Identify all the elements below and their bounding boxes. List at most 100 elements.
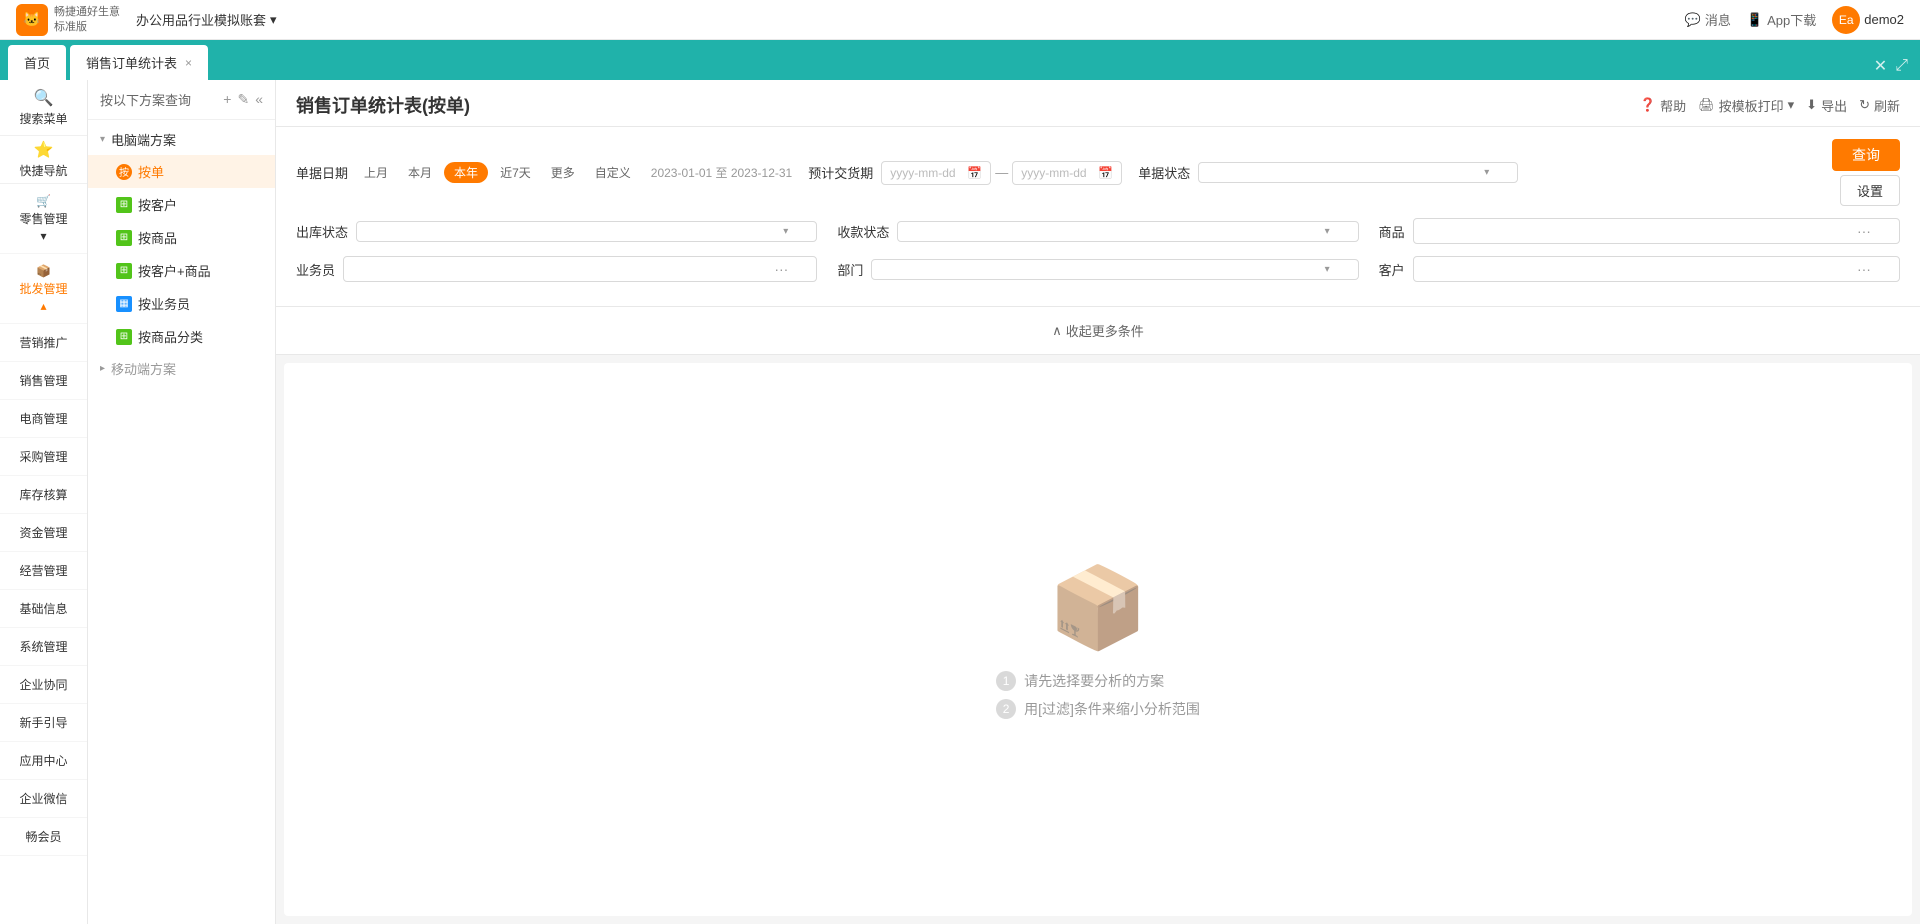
collapse-more-conditions-button[interactable]: ∧ 收起更多条件 xyxy=(276,315,1920,346)
empty-hint-2: 2 用[过滤]条件来缩小分析范围 xyxy=(996,699,1200,719)
sidebar-item-ops[interactable]: 经营管理 xyxy=(0,552,87,590)
nav-icon: ⭐ xyxy=(34,140,54,160)
date-btn-this-month[interactable]: 本月 xyxy=(400,162,440,183)
sidebar-search-item[interactable]: 🔍 搜索菜单 xyxy=(0,80,87,136)
sidebar-item-sales[interactable]: 销售管理 xyxy=(0,362,87,400)
sidebar-item-basic[interactable]: 基础信息 xyxy=(0,590,87,628)
sidebar-item-finance[interactable]: 资金管理 xyxy=(0,514,87,552)
scheme-circle-icon: 按 xyxy=(116,164,132,180)
message-button[interactable]: 💬 消息 xyxy=(1685,10,1731,29)
filter-row-2: 出库状态 ▾ 收款状态 ▾ xyxy=(296,218,1900,244)
sidebar-item-inventory[interactable]: 库存核算 xyxy=(0,476,87,514)
payment-status-select[interactable]: ▾ xyxy=(897,221,1358,242)
sidebar: 🔍 搜索菜单 ⭐ 快捷导航 🛒 零售管理 ▾ 📦 批发管理 ▴ xyxy=(0,80,88,924)
topbar: 🐱 畅捷通好生意 标准版 办公用品行业模拟账套 ▾ 💬 消息 📱 App下载 E… xyxy=(0,0,1920,40)
sidebar-item-purchase[interactable]: 采购管理 xyxy=(0,438,87,476)
scheme-grid-icon: ⊞ xyxy=(116,329,132,345)
sidebar-item-system[interactable]: 系统管理 xyxy=(0,628,87,666)
product-select[interactable]: ··· xyxy=(1413,218,1900,244)
date-btn-this-year[interactable]: 本年 xyxy=(444,162,488,183)
scheme-item-by-category[interactable]: ⊞ 按商品分类 xyxy=(88,320,275,353)
query-actions: 查询 设置 xyxy=(1832,139,1900,206)
scheme-grid-icon: ⊞ xyxy=(116,263,132,279)
filter-area: 单据日期 上月 本月 本年 近7天 更多 自定义 2023-01-01 至 20… xyxy=(276,127,1920,307)
expected-date-end[interactable]: yyyy-mm-dd 📅 xyxy=(1012,161,1122,185)
workspace-selector[interactable]: 办公用品行业模拟账套 ▾ xyxy=(128,6,285,33)
hint-num-1: 1 xyxy=(996,671,1016,691)
sidebar-quicknav-item[interactable]: ⭐ 快捷导航 xyxy=(0,136,87,184)
scheme-item-by-order[interactable]: 按 按单 xyxy=(88,155,275,188)
tab-home[interactable]: 首页 xyxy=(8,45,66,80)
mobile-scheme-group[interactable]: ▸ 移动端方案 xyxy=(88,353,275,384)
product-more-icon[interactable]: ··· xyxy=(1857,223,1871,239)
template-print-button[interactable]: 🖨 按模板打印 ▾ xyxy=(1698,96,1794,115)
collapse-icon: ∧ xyxy=(1052,323,1062,339)
delivery-status-select[interactable]: ▾ xyxy=(356,221,817,242)
date-btn-7days[interactable]: 近7天 xyxy=(492,162,539,183)
retail-icon: 🛒 xyxy=(36,194,51,208)
settings-button[interactable]: 设置 xyxy=(1840,175,1900,206)
sidebar-item-member[interactable]: 畅会员 xyxy=(0,818,87,856)
refresh-icon: ↻ xyxy=(1859,97,1870,113)
left-panel-header: 按以下方案查询 + ✎ « xyxy=(88,80,275,120)
sidebar-item-ecom[interactable]: 电商管理 xyxy=(0,400,87,438)
print-expand-icon: ▾ xyxy=(1788,97,1795,113)
salesman-select[interactable]: ··· xyxy=(343,256,817,282)
scheme-item-by-salesman[interactable]: ▦ 按业务员 xyxy=(88,287,275,320)
tab-sales-order-stats[interactable]: 销售订单统计表 × xyxy=(70,45,208,80)
dept-select[interactable]: ▾ xyxy=(871,259,1358,280)
customer-more-icon[interactable]: ··· xyxy=(1857,261,1871,277)
filter-salesman: 业务员 ··· xyxy=(296,256,817,282)
customer-select[interactable]: ··· xyxy=(1413,256,1900,282)
logo-text: 畅捷通好生意 标准版 xyxy=(54,5,120,34)
expand-icon: ▴ xyxy=(40,299,46,313)
scheme-item-by-cust-prod[interactable]: ⊞ 按客户+商品 xyxy=(88,254,275,287)
group-expand-icon: ▾ xyxy=(100,134,105,145)
sidebar-item-newbie[interactable]: 新手引导 xyxy=(0,704,87,742)
topbar-left: 🐱 畅捷通好生意 标准版 办公用品行业模拟账套 ▾ xyxy=(16,4,285,36)
tabbar-right: ✕ ⤢ xyxy=(1874,56,1920,80)
avatar: Ea xyxy=(1832,6,1860,34)
date-btn-last-month[interactable]: 上月 xyxy=(356,162,396,183)
tab-close-icon[interactable]: × xyxy=(185,56,192,70)
sidebar-item-marketing[interactable]: 营销推广 xyxy=(0,324,87,362)
salesman-more-icon[interactable]: ··· xyxy=(774,261,788,277)
window-expand-icon[interactable]: ⤢ xyxy=(1895,57,1908,75)
filter-customer: 客户 ··· xyxy=(1379,256,1900,282)
scheme-grid-icon: ⊞ xyxy=(116,197,132,213)
empty-hint-1: 1 请先选择要分析的方案 xyxy=(996,671,1200,691)
sidebar-item-wholesale[interactable]: 📦 批发管理 ▴ xyxy=(0,254,87,324)
sidebar-item-enterprise[interactable]: 企业协同 xyxy=(0,666,87,704)
search-icon: 🔍 xyxy=(34,88,54,108)
export-icon: ⬇ xyxy=(1806,97,1817,113)
filter-order-status: 单据状态 ▾ xyxy=(1138,162,1518,183)
user-profile[interactable]: Ea demo2 xyxy=(1832,6,1904,34)
print-icon: 🖨 xyxy=(1698,97,1715,113)
refresh-button[interactable]: ↻ 刷新 xyxy=(1859,96,1900,115)
app-download-button[interactable]: 📱 App下载 xyxy=(1747,10,1816,29)
date-btn-more[interactable]: 更多 xyxy=(543,162,583,183)
scheme-item-by-product[interactable]: ⊞ 按商品 xyxy=(88,221,275,254)
sidebar-item-retail[interactable]: 🛒 零售管理 ▾ xyxy=(0,184,87,254)
expand-icon: ▾ xyxy=(40,229,46,243)
window-close-icon[interactable]: ✕ xyxy=(1874,56,1887,76)
pc-scheme-group-header[interactable]: ▾ 电脑端方案 xyxy=(88,124,275,155)
expected-date-start[interactable]: yyyy-mm-dd 📅 xyxy=(881,161,991,185)
sidebar-item-appstore[interactable]: 应用中心 xyxy=(0,742,87,780)
sidebar-item-wechat[interactable]: 企业微信 xyxy=(0,780,87,818)
select-arrow-icon: ▾ xyxy=(1325,226,1330,237)
order-status-select[interactable]: ▾ xyxy=(1198,162,1518,183)
edit-scheme-button[interactable]: ✎ xyxy=(237,91,249,108)
add-scheme-button[interactable]: + xyxy=(223,91,231,108)
export-button[interactable]: ⬇ 导出 xyxy=(1806,96,1847,115)
date-btn-custom[interactable]: 自定义 xyxy=(587,162,639,183)
filter-expected-date: 预计交货期 yyyy-mm-dd 📅 — yyyy-mm-dd 📅 xyxy=(808,161,1122,185)
filter-payment-status: 收款状态 ▾ xyxy=(837,221,1358,242)
tabbar: 首页 销售订单统计表 × ✕ ⤢ xyxy=(0,40,1920,80)
collapse-panel-button[interactable]: « xyxy=(255,91,263,108)
scheme-item-by-customer[interactable]: ⊞ 按客户 xyxy=(88,188,275,221)
left-panel-actions: + ✎ « xyxy=(223,91,263,108)
query-button[interactable]: 查询 xyxy=(1832,139,1900,171)
help-button[interactable]: ❓ 帮助 xyxy=(1640,96,1686,115)
content-area: 按以下方案查询 + ✎ « ▾ 电脑端方案 按 按单 ⊞ 按客户 xyxy=(88,80,1920,924)
